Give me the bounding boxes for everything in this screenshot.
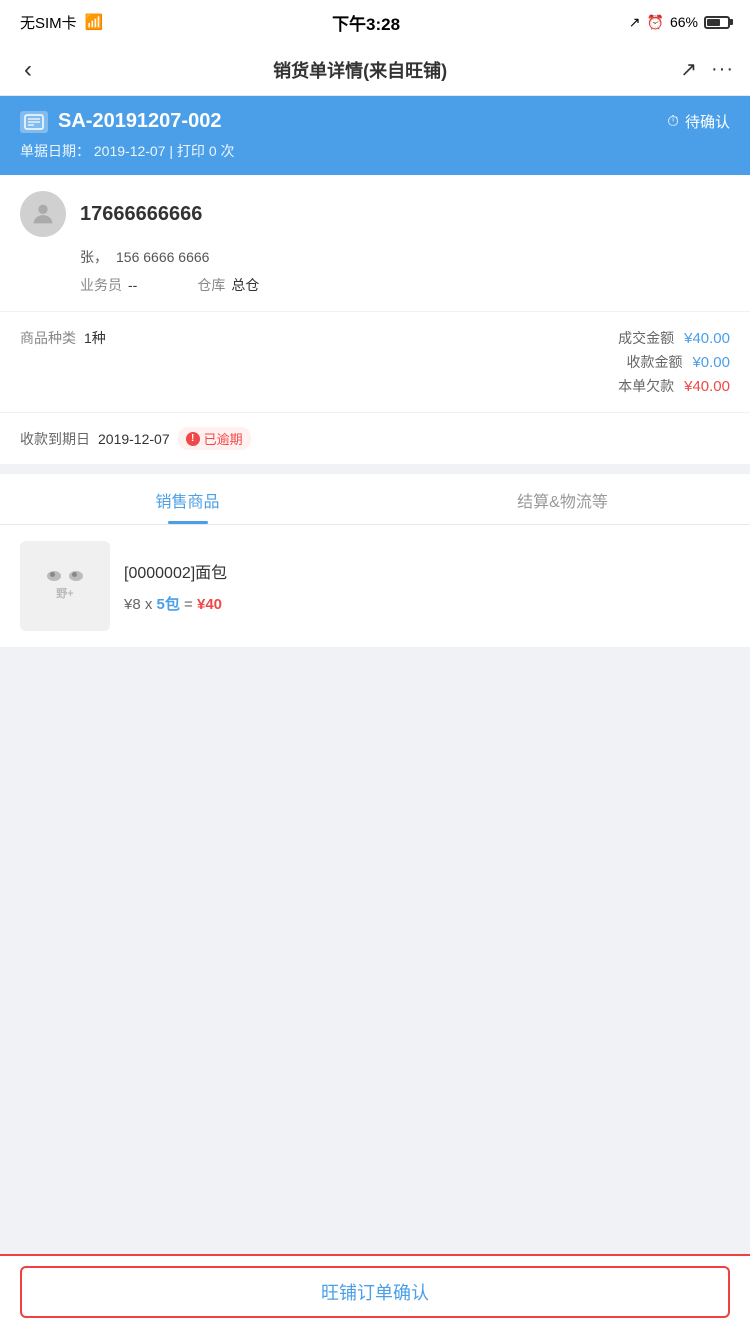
order-print-label: | 打印 xyxy=(169,143,208,159)
order-print-count: 0 xyxy=(209,143,217,159)
warehouse-meta: 仓库 总仓 xyxy=(197,275,259,295)
alarm-icon: ⏰ xyxy=(647,14,664,31)
table-row: 野+ [0000002]面包 ¥8 x 5包 = ¥40 xyxy=(0,525,750,647)
due-date-section: 收款到期日 2019-12-07 ! 已逾期 xyxy=(0,413,750,464)
product-logo: 野+ xyxy=(47,571,83,601)
owl-eye-left xyxy=(47,571,61,581)
overdue-icon: ! xyxy=(186,432,200,446)
order-doc-icon xyxy=(20,111,48,133)
summary-row: 商品种类 1种 成交金额 ¥40.00 收款金额 ¥0.00 本单欠款 ¥40.… xyxy=(20,328,730,396)
salesperson-meta: 业务员 -- xyxy=(80,275,137,295)
tab-settlement-logistics[interactable]: 结算&物流等 xyxy=(375,474,750,524)
summary-right: 成交金额 ¥40.00 收款金额 ¥0.00 本单欠款 ¥40.00 xyxy=(618,328,730,396)
customer-section: 17666666666 张， 156 6666 6666 业务员 -- 仓库 总… xyxy=(0,175,750,464)
order-print-unit: 次 xyxy=(221,143,235,159)
transaction-amount-label: 成交金额 xyxy=(618,328,674,348)
customer-phone-secondary: 156 6666 6666 xyxy=(116,249,209,265)
product-quantity: 5包 xyxy=(157,596,180,613)
product-price-row: ¥8 x 5包 = ¥40 xyxy=(124,593,730,614)
overdue-text: 已逾期 xyxy=(204,429,243,448)
owl-eye-right xyxy=(69,571,83,581)
order-id-row: SA-20191207-002 xyxy=(20,110,221,133)
product-types-value: 1种 xyxy=(84,328,106,348)
confirm-order-button[interactable]: 旺铺订单确认 xyxy=(20,1266,730,1318)
wifi-icon: 📶 xyxy=(85,13,104,31)
gray-area xyxy=(0,647,750,847)
customer-info: 17666666666 张， 156 6666 6666 业务员 -- 仓库 总… xyxy=(0,175,750,311)
bottom-bar: 旺铺订单确认 xyxy=(0,1254,750,1334)
avatar xyxy=(20,191,66,237)
outstanding-amount-row: 本单欠款 ¥40.00 xyxy=(618,376,730,396)
product-unit-price: ¥8 xyxy=(124,596,141,613)
order-date-row: 单据日期： 2019-12-07 | 打印 0 次 xyxy=(20,141,730,161)
product-name: [0000002]面包 xyxy=(124,559,730,583)
status-left: 无SIM卡 📶 xyxy=(20,12,103,33)
due-date-value: 2019-12-07 xyxy=(98,431,170,447)
salesperson-value: -- xyxy=(128,277,137,293)
order-status-text: 待确认 xyxy=(685,111,730,132)
salesperson-label: 业务员 xyxy=(80,275,122,295)
order-header-top: SA-20191207-002 ⏱ 待确认 xyxy=(20,110,730,133)
product-types-label: 商品种类 xyxy=(20,328,76,348)
order-date-value: 2019-12-07 xyxy=(94,143,166,159)
nav-actions: ↗ ··· xyxy=(680,57,734,82)
more-icon[interactable]: ··· xyxy=(711,58,734,81)
summary-left: 商品种类 1种 xyxy=(20,328,106,348)
customer-name: 张， xyxy=(80,247,108,267)
owl-eyes-icon xyxy=(47,571,83,581)
warehouse-value: 总仓 xyxy=(231,275,259,295)
order-status: ⏱ 待确认 xyxy=(667,111,730,132)
received-amount-row: 收款金额 ¥0.00 xyxy=(626,352,730,372)
outstanding-amount-label: 本单欠款 xyxy=(618,376,674,396)
back-button[interactable]: ‹ xyxy=(16,52,40,88)
confirm-order-label: 旺铺订单确认 xyxy=(321,1279,429,1305)
transaction-amount-value: ¥40.00 xyxy=(684,330,730,347)
due-date-label: 收款到期日 xyxy=(20,429,90,449)
carrier-text: 无SIM卡 xyxy=(20,12,77,33)
transaction-amount-row: 成交金额 ¥40.00 xyxy=(618,328,730,348)
page-title: 销货单详情(来自旺铺) xyxy=(273,57,447,83)
owl-text-label: 野+ xyxy=(56,585,73,601)
customer-name-row: 张， 156 6666 6666 xyxy=(20,247,730,267)
summary-section: 商品种类 1种 成交金额 ¥40.00 收款金额 ¥0.00 本单欠款 ¥40.… xyxy=(0,312,750,412)
received-amount-label: 收款金额 xyxy=(626,352,682,372)
customer-top: 17666666666 xyxy=(20,191,730,237)
tab-sales-products[interactable]: 销售商品 xyxy=(0,474,375,524)
customer-meta: 业务员 -- 仓库 总仓 xyxy=(20,275,730,295)
tab-settlement-label: 结算&物流等 xyxy=(517,494,608,511)
customer-phone-main: 17666666666 xyxy=(80,203,202,226)
received-amount-value: ¥0.00 xyxy=(692,354,730,371)
status-right: ↗ ⏰ 66% xyxy=(629,14,730,31)
warehouse-label: 仓库 xyxy=(197,275,225,295)
nav-bar: ‹ 销货单详情(来自旺铺) ↗ ··· xyxy=(0,44,750,96)
outstanding-amount-value: ¥40.00 xyxy=(684,378,730,395)
product-multiplier: x xyxy=(145,596,157,613)
overdue-badge: ! 已逾期 xyxy=(178,427,251,450)
battery-percent: 66% xyxy=(670,14,698,30)
product-info: [0000002]面包 ¥8 x 5包 = ¥40 xyxy=(124,559,730,614)
battery-fill xyxy=(707,19,720,26)
clock-icon: ⏱ xyxy=(667,113,679,130)
product-total: ¥40 xyxy=(197,596,222,613)
product-thumbnail: 野+ xyxy=(20,541,110,631)
order-date-label: 单据日期： xyxy=(20,143,90,159)
share-icon[interactable]: ↗ xyxy=(680,57,697,82)
status-bar: 无SIM卡 📶 下午3:28 ↗ ⏰ 66% xyxy=(0,0,750,44)
product-equals: = xyxy=(184,596,197,613)
order-id-text: SA-20191207-002 xyxy=(58,110,221,133)
tabs-row: 销售商品 结算&物流等 xyxy=(0,474,750,525)
tabs-section: 销售商品 结算&物流等 野+ [0000002]面包 ¥8 xyxy=(0,474,750,647)
battery-icon xyxy=(704,16,730,29)
product-list: 野+ [0000002]面包 ¥8 x 5包 = ¥40 xyxy=(0,525,750,647)
location-icon: ↗ xyxy=(629,14,641,31)
status-time: 下午3:28 xyxy=(332,10,400,35)
order-header: SA-20191207-002 ⏱ 待确认 单据日期： 2019-12-07 |… xyxy=(0,96,750,175)
tab-sales-products-label: 销售商品 xyxy=(155,494,219,511)
